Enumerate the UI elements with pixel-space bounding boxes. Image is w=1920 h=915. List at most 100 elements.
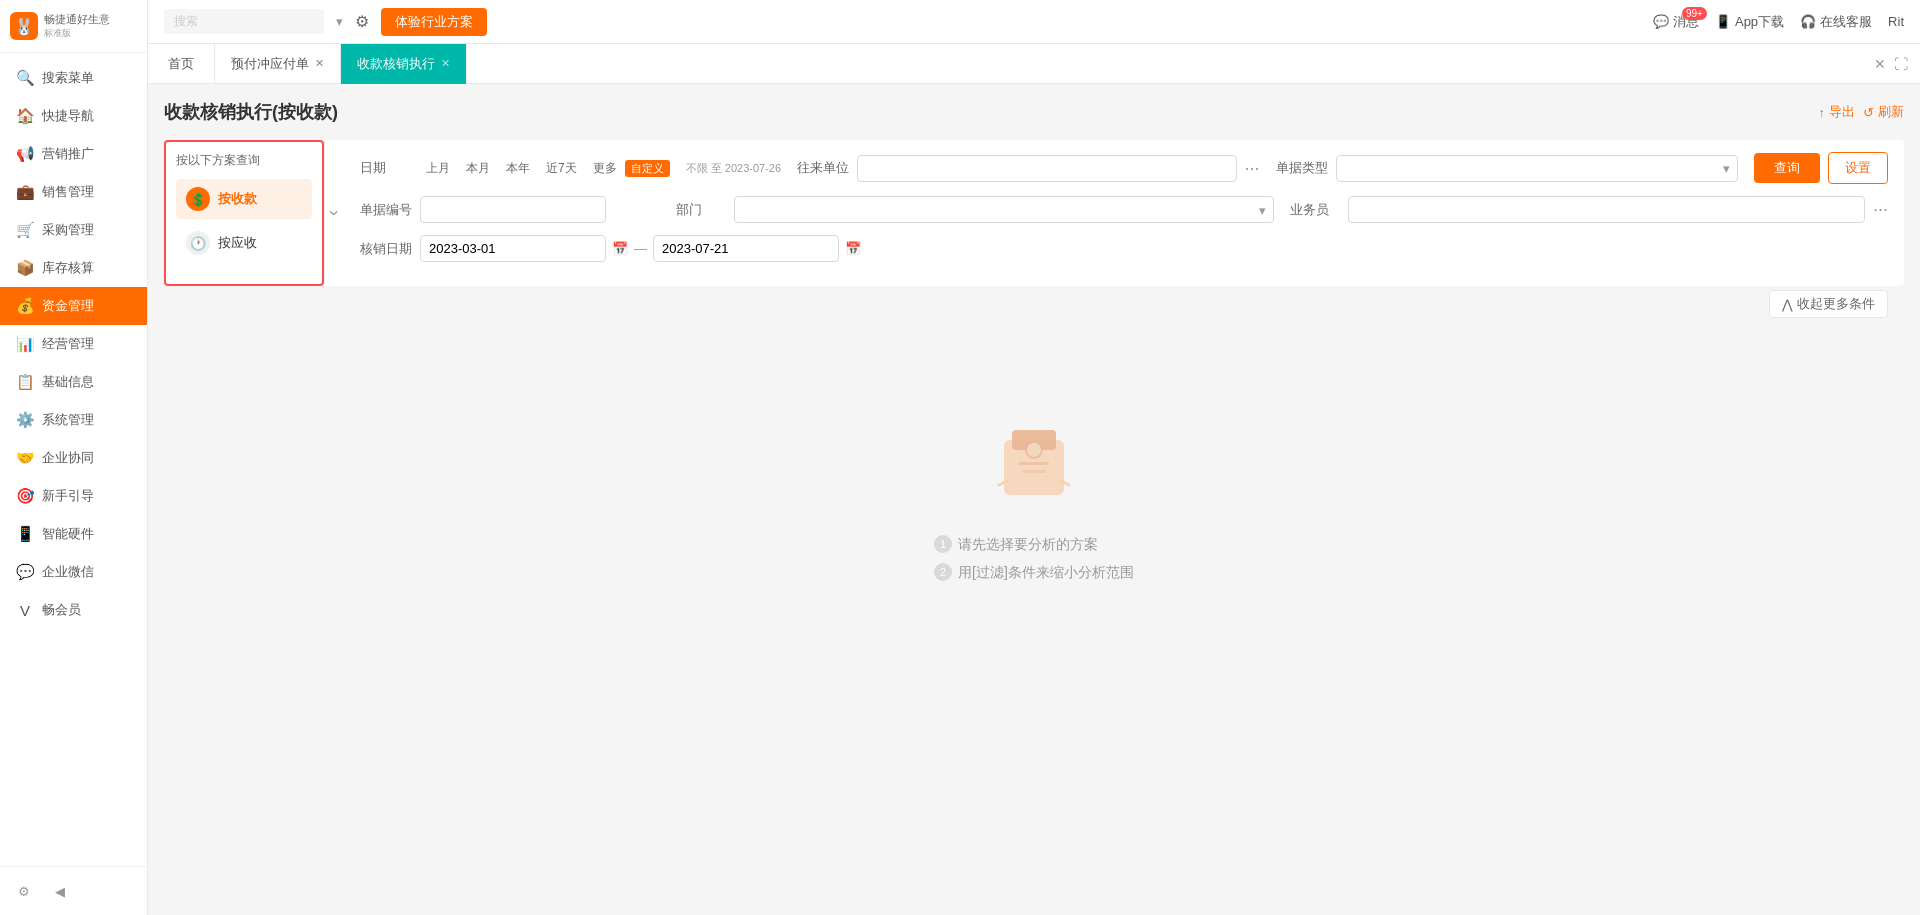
by-receivable-label: 按应收 (218, 234, 257, 252)
tab-prepay-label: 预付冲应付单 (231, 55, 309, 73)
tip-num-1: 1 (934, 535, 952, 553)
sidebar-item-guide[interactable]: 🎯新手引导 (0, 477, 147, 515)
tab-collection-label: 收款核销执行 (357, 55, 435, 73)
filter-row-1: 日期 上月 本月 本年 近7天 更多 自定义 不限 至 2023-07-26 (360, 152, 1888, 184)
basic-info-icon: 📋 (16, 373, 34, 391)
dept-select[interactable] (734, 196, 1274, 223)
sidebar-item-label: 搜索菜单 (42, 69, 94, 87)
topbar: 搜索 ▾ ⚙ 体验行业方案 💬 消息 99+ 📱 App下载 🎧 在线客服 Ri… (148, 0, 1920, 44)
date-btn-this-year[interactable]: 本年 (498, 158, 538, 179)
filter-option-by-collection[interactable]: 💲 按收款 (176, 179, 312, 219)
tab-home-label: 首页 (168, 55, 194, 73)
sidebar-item-hardware[interactable]: 📱智能硬件 (0, 515, 147, 553)
wechat-icon: 💬 (16, 563, 34, 581)
docno-input[interactable] (420, 196, 606, 223)
message-badge: 99+ (1682, 7, 1707, 20)
svg-rect-4 (1022, 470, 1046, 473)
refresh-btn[interactable]: ↺ 刷新 (1863, 103, 1904, 121)
topbar-gear-icon[interactable]: ⚙ (355, 12, 369, 31)
customer-dots-btn[interactable]: ··· (1245, 158, 1260, 179)
brand-logo: 🐰 畅捷通好生意 标准版 (0, 0, 147, 53)
verify-date-start-icon[interactable]: 📅 (612, 241, 628, 256)
salesperson-dots-btn[interactable]: ··· (1873, 199, 1888, 220)
sidebar-item-vip[interactable]: V畅会员 (0, 591, 147, 629)
sidebar-item-purchase[interactable]: 🛒采购管理 (0, 211, 147, 249)
collapse-more-btn[interactable]: ⋀ 收起更多条件 (1769, 290, 1888, 318)
tab-prepay[interactable]: 预付冲应付单 ✕ (215, 44, 341, 84)
customer-input[interactable] (857, 155, 1236, 182)
content-area: 收款核销执行(按收款) ↑ 导出 ↺ 刷新 按以下方案查询 (148, 84, 1920, 915)
filter-doctype-field: 单据类型 (1276, 155, 1738, 182)
svg-point-2 (1026, 442, 1042, 458)
sidebar-item-basic-info[interactable]: 📋基础信息 (0, 363, 147, 401)
salesperson-input[interactable] (1348, 196, 1865, 223)
filter-row-2: 单据编号 部门 业务员 (360, 196, 1888, 223)
sidebar-item-label: 智能硬件 (42, 525, 94, 543)
verify-date-end-icon[interactable]: 📅 (845, 241, 861, 256)
message-btn[interactable]: 💬 消息 99+ (1653, 13, 1699, 31)
sidebar-item-system[interactable]: ⚙️系统管理 (0, 401, 147, 439)
sidebar-item-inventory[interactable]: 📦库存核算 (0, 249, 147, 287)
filter-option-by-receivable[interactable]: 🕐 按应收 (176, 223, 312, 263)
message-icon: 💬 (1653, 14, 1669, 29)
window-maximize-btn[interactable]: ⛶ (1894, 56, 1908, 72)
filter-customer-field: 往来单位 ··· (797, 155, 1259, 182)
date-btn-more[interactable]: 更多 (585, 158, 625, 179)
sidebar-item-marketing[interactable]: 📢营销推广 (0, 135, 147, 173)
user-name[interactable]: Rit (1888, 14, 1904, 29)
date-custom-badge[interactable]: 自定义 (625, 160, 670, 177)
topbar-search[interactable]: 搜索 (164, 9, 324, 34)
system-icon: ⚙️ (16, 411, 34, 429)
app-download-btn[interactable]: 📱 App下载 (1715, 13, 1784, 31)
topbar-dropdown-arrow[interactable]: ▾ (336, 14, 343, 29)
sidebar-item-business[interactable]: 📊经营管理 (0, 325, 147, 363)
window-close-btn[interactable]: ✕ (1874, 56, 1886, 72)
doctype-select[interactable] (1336, 155, 1738, 182)
collapse-sidebar-btn[interactable]: ◀ (46, 877, 74, 905)
filter-sidebar: 按以下方案查询 💲 按收款 🕐 按应收 (164, 140, 324, 286)
settings-footer-btn[interactable]: ⚙ (10, 877, 38, 905)
app-icon: 📱 (1715, 14, 1731, 29)
refresh-icon: ↺ (1863, 105, 1874, 120)
window-buttons: ✕ ⛶ (1862, 56, 1920, 72)
page-title-actions: ↑ 导出 ↺ 刷新 (1819, 103, 1905, 121)
search-icon: 🔍 (16, 69, 34, 87)
verify-date-end-input[interactable] (653, 235, 839, 262)
sidebar-item-label: 畅会员 (42, 601, 81, 619)
doctype-label: 单据类型 (1276, 159, 1328, 177)
tab-collection[interactable]: 收款核销执行 ✕ (341, 44, 467, 84)
tip-num-2: 2 (934, 563, 952, 581)
date-btn-this-month[interactable]: 本月 (458, 158, 498, 179)
sidebar-item-wechat[interactable]: 💬企业微信 (0, 553, 147, 591)
filter-actions: 查询 设置 (1754, 152, 1888, 184)
verify-date-start-input[interactable] (420, 235, 606, 262)
sidebar-item-enterprise[interactable]: 🤝企业协同 (0, 439, 147, 477)
filter-docno-field: 单据编号 (360, 196, 660, 223)
sidebar-item-sales[interactable]: 💼销售管理 (0, 173, 147, 211)
query-btn[interactable]: 查询 (1754, 153, 1820, 183)
sidebar-item-finance[interactable]: 💰资金管理 (0, 287, 147, 325)
sidebar-item-quick-nav[interactable]: 🏠 快捷导航 (0, 97, 147, 135)
tab-prepay-close[interactable]: ✕ (315, 57, 324, 70)
service-btn[interactable]: 🎧 在线客服 (1800, 13, 1872, 31)
sidebar-nav: 🔍 搜索菜单 🏠 快捷导航 📢营销推广💼销售管理🛒采购管理📦库存核算💰资金管理📊经营管理… (0, 53, 147, 866)
sidebar-item-label: 快捷导航 (42, 107, 94, 125)
date-btn-last-month[interactable]: 上月 (418, 158, 458, 179)
quick-nav-icon: 🏠 (16, 107, 34, 125)
tab-home[interactable]: 首页 (148, 44, 215, 84)
tab-collection-close[interactable]: ✕ (441, 57, 450, 70)
date-btn-7days[interactable]: 近7天 (538, 158, 585, 179)
purchase-icon: 🛒 (16, 221, 34, 239)
export-btn[interactable]: ↑ 导出 (1819, 103, 1856, 121)
settings-btn[interactable]: 设置 (1828, 152, 1888, 184)
page-title-text: 收款核销执行(按收款) (164, 100, 338, 124)
sales-icon: 💼 (16, 183, 34, 201)
filter-collapse-toggle[interactable]: › (324, 140, 344, 286)
brand-name: 畅捷通好生意 (44, 12, 110, 26)
industry-btn[interactable]: 体验行业方案 (381, 8, 487, 36)
sidebar-item-label: 营销推广 (42, 145, 94, 163)
filter-verify-date-field: 核销日期 📅 — 📅 (360, 235, 861, 262)
content-inner: 收款核销执行(按收款) ↑ 导出 ↺ 刷新 按以下方案查询 (148, 84, 1920, 682)
by-collection-label: 按收款 (218, 190, 257, 208)
sidebar-item-search[interactable]: 🔍 搜索菜单 (0, 59, 147, 97)
